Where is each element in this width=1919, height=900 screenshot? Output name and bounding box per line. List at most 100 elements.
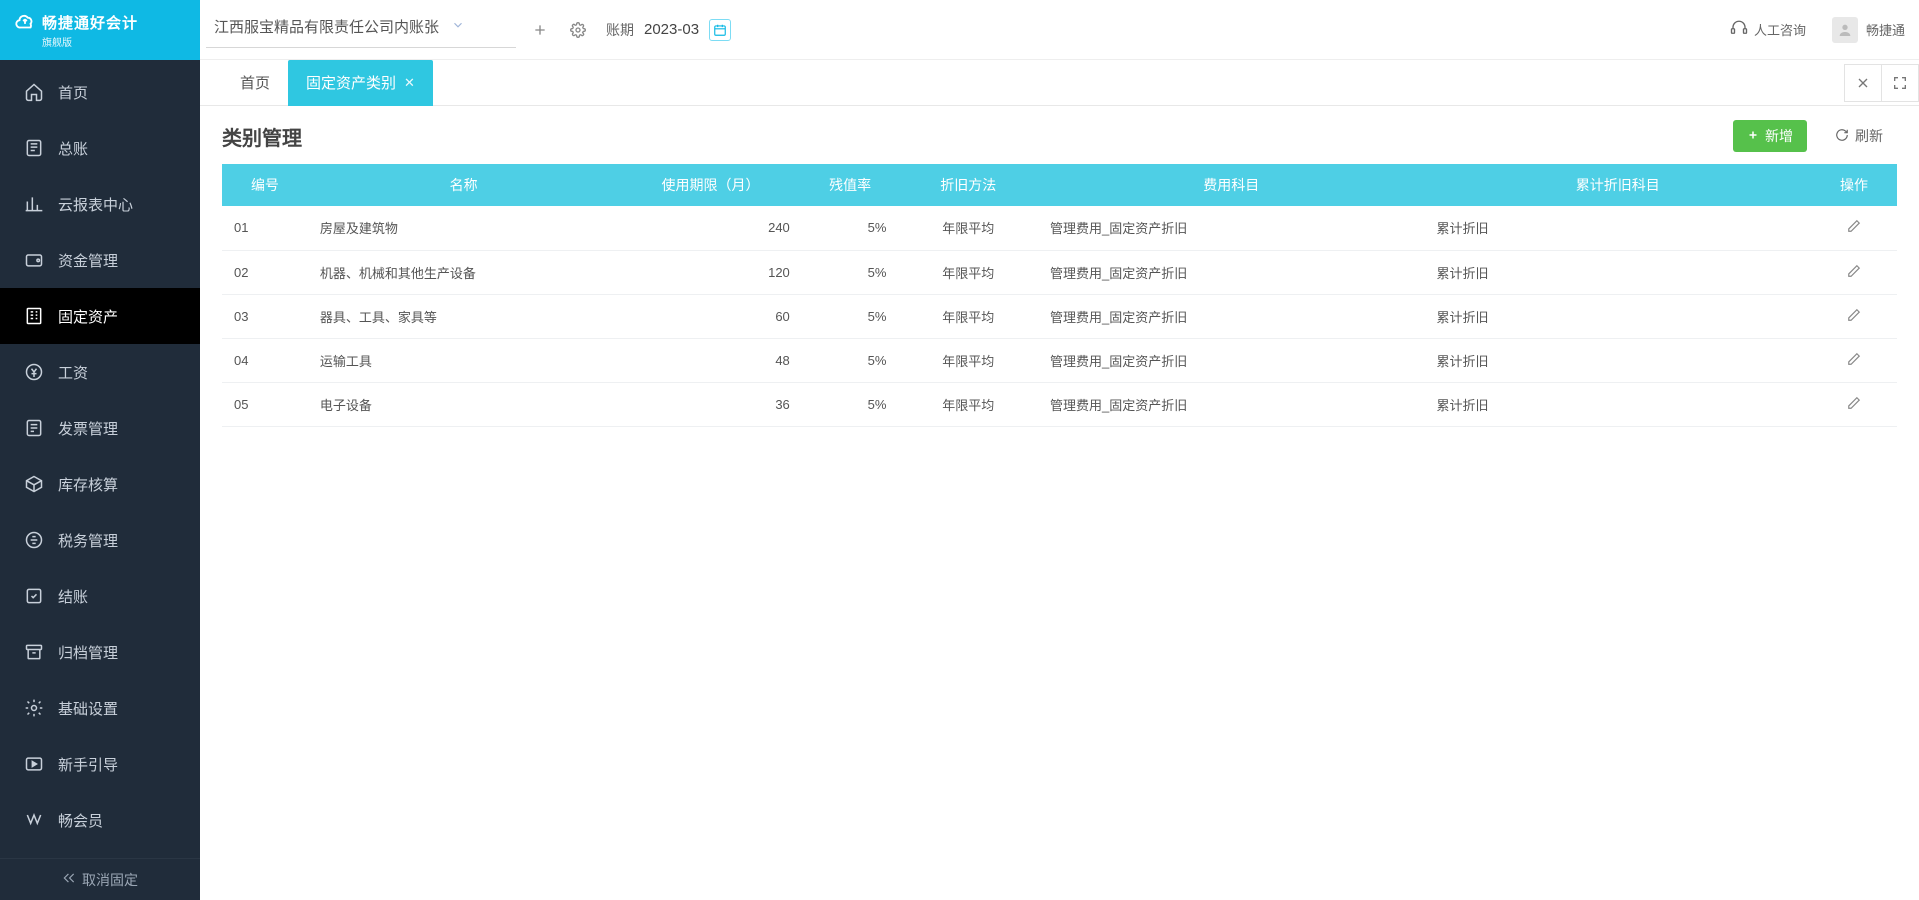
sidebar-item-ledger[interactable]: 总账: [0, 120, 200, 176]
tab-label: 首页: [240, 72, 270, 93]
cell-life: 48: [619, 338, 802, 382]
th-op: 操作: [1811, 164, 1897, 206]
sidebar-item-archive[interactable]: 归档管理: [0, 624, 200, 680]
chevron-down-icon: [451, 18, 465, 35]
edit-icon[interactable]: [1847, 398, 1861, 413]
tab-tools: [1845, 64, 1919, 102]
sidebar-item-label: 总账: [58, 138, 88, 159]
period-value: 2023-03: [644, 21, 699, 38]
sidebar-item-funds[interactable]: 资金管理: [0, 232, 200, 288]
cell-name: 机器、机械和其他生产设备: [308, 250, 619, 294]
wallet-icon: [24, 250, 44, 270]
page-head: 类别管理 新增 刷新: [222, 120, 1897, 152]
home-icon: [24, 82, 44, 102]
edit-icon[interactable]: [1847, 266, 1861, 281]
sidebar-unpin[interactable]: 取消固定: [0, 858, 200, 900]
chart-icon: [24, 194, 44, 214]
building-icon: [24, 306, 44, 326]
support-label: 人工咨询: [1754, 20, 1806, 39]
ledger-icon: [24, 138, 44, 158]
edit-icon[interactable]: [1847, 221, 1861, 236]
cell-name: 运输工具: [308, 338, 619, 382]
cell-method: 年限平均: [898, 250, 1038, 294]
cell-method: 年限平均: [898, 206, 1038, 250]
plus-icon: [1747, 128, 1759, 144]
table-row: 05电子设备365%年限平均管理费用_固定资产折旧累计折旧: [222, 382, 1897, 426]
lock-icon: [24, 586, 44, 606]
cell-fee: 管理费用_固定资产折旧: [1038, 338, 1425, 382]
cell-method: 年限平均: [898, 294, 1038, 338]
box-icon: [24, 474, 44, 494]
add-company-button[interactable]: [526, 16, 554, 44]
content: 类别管理 新增 刷新: [200, 106, 1919, 900]
period-picker-button[interactable]: [709, 19, 731, 41]
tabbar: 首页固定资产类别✕: [200, 60, 1919, 106]
sidebar-item-label: 库存核算: [58, 474, 118, 495]
brand-edition: 旗舰版: [42, 34, 138, 49]
sidebar-item-inventory[interactable]: 库存核算: [0, 456, 200, 512]
sidebar-item-label: 固定资产: [58, 306, 118, 327]
sidebar-item-closing[interactable]: 结账: [0, 568, 200, 624]
sidebar-item-vip[interactable]: 畅会员: [0, 792, 200, 848]
cell-acc: 累计折旧: [1425, 382, 1812, 426]
cloud-icon: [14, 11, 36, 33]
sidebar-item-label: 云报表中心: [58, 194, 133, 215]
sidebar-item-home[interactable]: 首页: [0, 64, 200, 120]
table-row: 02机器、机械和其他生产设备1205%年限平均管理费用_固定资产折旧累计折旧: [222, 250, 1897, 294]
sidebar-item-label: 新手引导: [58, 754, 118, 775]
invoice-icon: [24, 418, 44, 438]
sidebar-item-settings[interactable]: 基础设置: [0, 680, 200, 736]
brand-logo: 畅捷通好会计 旗舰版: [0, 0, 200, 60]
nav: 首页总账云报表中心资金管理固定资产工资发票管理库存核算税务管理结账归档管理基础设…: [0, 60, 200, 858]
support-link[interactable]: 人工咨询: [1730, 19, 1806, 40]
cell-acc: 累计折旧: [1425, 250, 1812, 294]
cell-num: 01: [222, 206, 308, 250]
cell-name: 房屋及建筑物: [308, 206, 619, 250]
sidebar-item-label: 资金管理: [58, 250, 118, 271]
table-row: 01房屋及建筑物2405%年限平均管理费用_固定资产折旧累计折旧: [222, 206, 1897, 250]
brand-name: 畅捷通好会计: [42, 12, 138, 33]
cell-rate: 5%: [802, 338, 899, 382]
gear-icon: [24, 698, 44, 718]
th-num: 编号: [222, 164, 308, 206]
refresh-button[interactable]: 刷新: [1821, 120, 1897, 152]
sidebar-item-label: 工资: [58, 362, 88, 383]
cell-method: 年限平均: [898, 382, 1038, 426]
th-fee: 费用科目: [1038, 164, 1425, 206]
sidebar-item-reports[interactable]: 云报表中心: [0, 176, 200, 232]
sidebar-item-guide[interactable]: 新手引导: [0, 736, 200, 792]
sidebar-item-invoice[interactable]: 发票管理: [0, 400, 200, 456]
sidebar-item-tax[interactable]: 税务管理: [0, 512, 200, 568]
company-settings-button[interactable]: [564, 16, 592, 44]
th-method: 折旧方法: [898, 164, 1038, 206]
tab-首页[interactable]: 首页: [222, 60, 288, 106]
sidebar-item-label: 畅会员: [58, 810, 103, 831]
user-menu[interactable]: 畅捷通: [1832, 17, 1905, 43]
cell-rate: 5%: [802, 294, 899, 338]
vip-icon: [24, 810, 44, 830]
sidebar-item-fixed-assets[interactable]: 固定资产: [0, 288, 200, 344]
edit-icon[interactable]: [1847, 354, 1861, 369]
cell-method: 年限平均: [898, 338, 1038, 382]
cell-fee: 管理费用_固定资产折旧: [1038, 206, 1425, 250]
tab-固定资产类别[interactable]: 固定资产类别✕: [288, 60, 433, 106]
close-tab-button[interactable]: [1844, 64, 1882, 102]
sidebar-item-salary[interactable]: 工资: [0, 344, 200, 400]
company-selector[interactable]: 江西服宝精品有限责任公司内账张: [206, 12, 516, 48]
fullscreen-button[interactable]: [1881, 64, 1919, 102]
cell-rate: 5%: [802, 206, 899, 250]
close-icon[interactable]: ✕: [404, 75, 415, 91]
sidebar-unpin-label: 取消固定: [82, 870, 138, 890]
th-life: 使用期限（月）: [619, 164, 802, 206]
add-button[interactable]: 新增: [1733, 120, 1807, 152]
cell-num: 03: [222, 294, 308, 338]
cell-fee: 管理费用_固定资产折旧: [1038, 382, 1425, 426]
edit-icon[interactable]: [1847, 310, 1861, 325]
sidebar-item-label: 税务管理: [58, 530, 118, 551]
category-table: 编号 名称 使用期限（月） 残值率 折旧方法 费用科目 累计折旧科目 操作 01…: [222, 164, 1897, 427]
cell-rate: 5%: [802, 250, 899, 294]
cell-num: 05: [222, 382, 308, 426]
cell-op: [1811, 294, 1897, 338]
th-name: 名称: [308, 164, 619, 206]
cell-op: [1811, 206, 1897, 250]
